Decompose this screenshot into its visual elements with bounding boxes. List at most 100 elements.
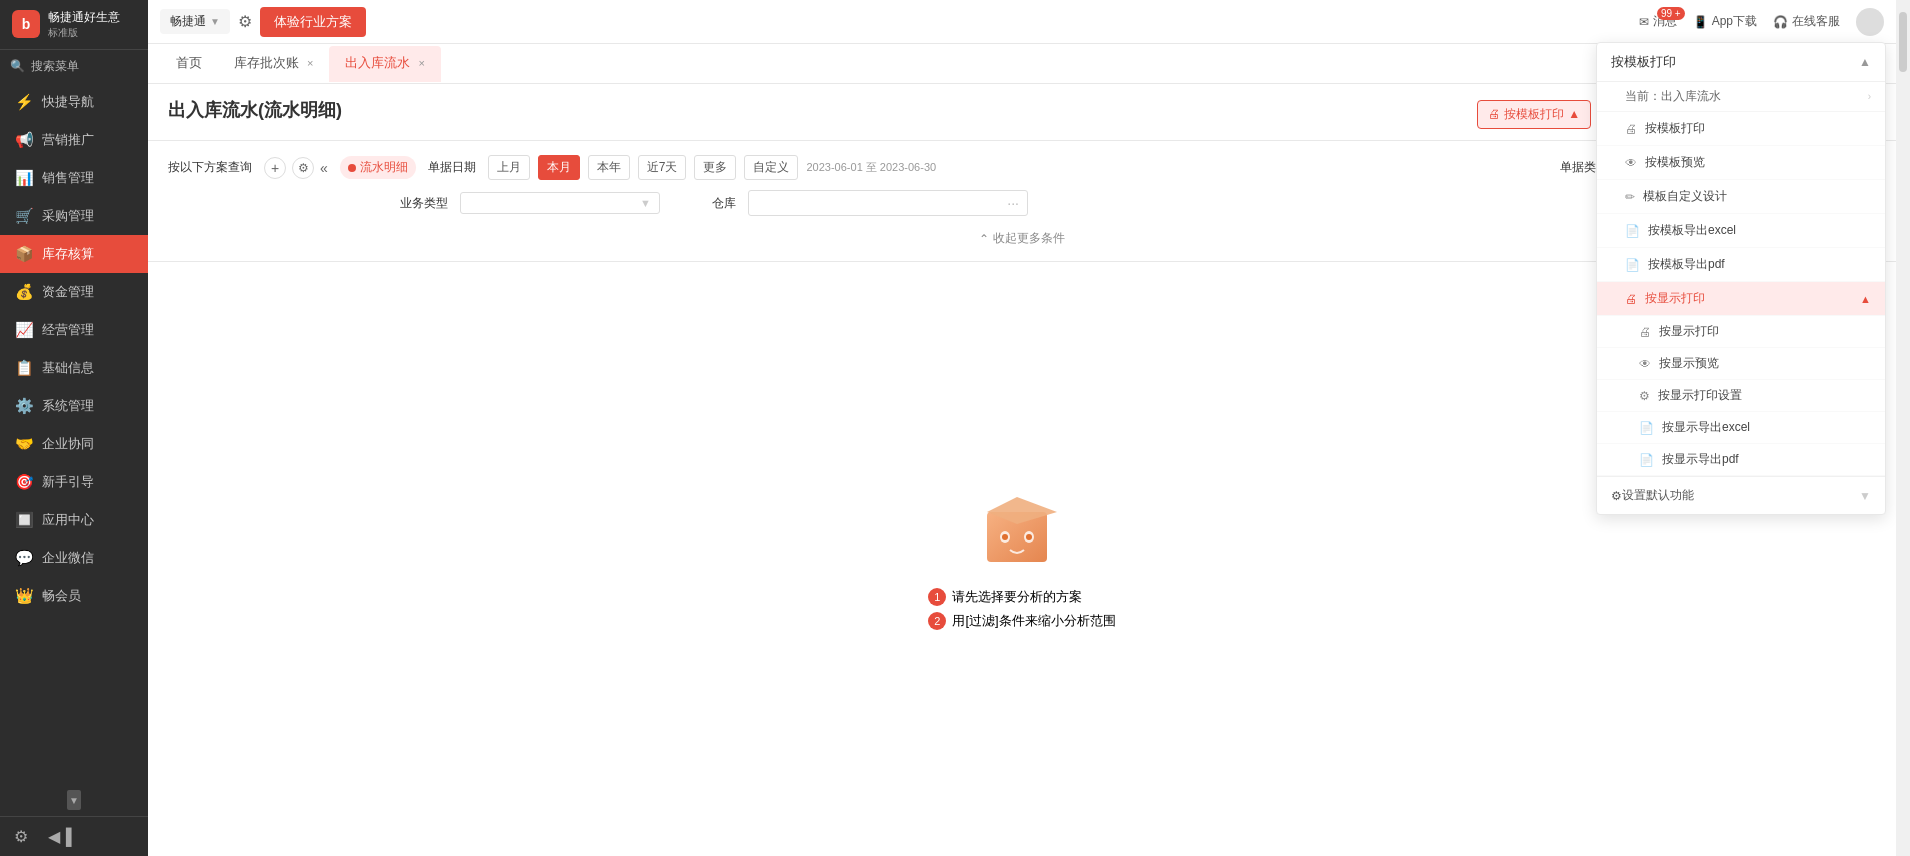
messages-badge: 99 +: [1657, 7, 1685, 20]
filter-actions: + ⚙ «: [264, 157, 328, 179]
purchase-icon: 🛒: [14, 207, 34, 225]
scrollbar-thumb: [1899, 12, 1907, 72]
sidebar-item-marketing[interactable]: 📢 营销推广: [0, 121, 148, 159]
sidebar-item-finance[interactable]: 💰 资金管理: [0, 273, 148, 311]
sales-icon: 📊: [14, 169, 34, 187]
settings-gear-icon: ⚙: [1611, 489, 1622, 503]
filter-settings-button[interactable]: ⚙: [292, 157, 314, 179]
filter-badge-dot: [348, 164, 356, 172]
collab-icon: 🤝: [14, 435, 34, 453]
topbar-gear-icon[interactable]: ⚙: [238, 12, 252, 31]
sidebar-item-operations[interactable]: 📈 经营管理: [0, 311, 148, 349]
svg-point-4: [1026, 534, 1032, 540]
tab-flow-close[interactable]: ×: [418, 57, 424, 69]
member-icon: 👑: [14, 587, 34, 605]
display-section-arrow: ▲: [1860, 293, 1871, 305]
content-area: 1 请先选择要分析的方案 2 用[过滤]条件来缩小分析范围 按模板打印 ▲ 当前…: [148, 262, 1896, 856]
tab-batch-close[interactable]: ×: [307, 57, 313, 69]
template-custom-item[interactable]: ✏ 模板自定义设计: [1597, 180, 1885, 214]
sidebar-item-wechat[interactable]: 💬 企业微信: [0, 539, 148, 577]
page-title: 出入库流水(流水明细): [168, 98, 342, 122]
topbar-left: 畅捷通 ▼ ⚙ 体验行业方案: [160, 7, 1629, 37]
display-pdf-item[interactable]: 📄 按显示导出pdf: [1597, 444, 1885, 476]
sidebar-item-shortcut[interactable]: ⚡ 快捷导航: [0, 83, 148, 121]
date-custom[interactable]: 自定义: [744, 155, 798, 180]
template-pdf-item[interactable]: 📄 按模板导出pdf: [1597, 248, 1885, 282]
preview-icon: 👁: [1625, 156, 1637, 170]
basics-icon: 📋: [14, 359, 34, 377]
collapse-more-button[interactable]: ⌃ 收起更多条件: [979, 230, 1065, 247]
app-download-button[interactable]: 📱 App下载: [1693, 13, 1757, 30]
template-print-item[interactable]: 🖨 按模板打印: [1597, 112, 1885, 146]
filter-collapse-button[interactable]: «: [320, 160, 328, 176]
tab-batch[interactable]: 库存批次账 ×: [218, 46, 329, 82]
user-avatar[interactable]: [1856, 8, 1884, 36]
current-arrow: ›: [1868, 91, 1871, 102]
display-preview-icon: 👁: [1639, 357, 1651, 371]
date-more[interactable]: 更多: [694, 155, 736, 180]
sidebar-nav: ⚡ 快捷导航 📢 营销推广 📊 销售管理 🛒 采购管理 📦 库存核算 💰 资金管…: [0, 83, 148, 784]
message-icon: ✉: [1639, 15, 1649, 29]
display-print-section[interactable]: 🖨 按显示打印 ▲: [1597, 282, 1885, 316]
business-type-dropdown-icon: ▼: [640, 197, 651, 209]
online-service-button[interactable]: 🎧 在线客服: [1773, 13, 1840, 30]
collapse-sidebar-icon[interactable]: ◀▐: [48, 827, 71, 846]
marketing-icon: 📢: [14, 131, 34, 149]
finance-icon: 💰: [14, 283, 34, 301]
display-excel-item[interactable]: 📄 按显示导出excel: [1597, 412, 1885, 444]
settings-bottom-icon[interactable]: ⚙: [14, 827, 28, 846]
date-current-year[interactable]: 本年: [588, 155, 630, 180]
search-menu-item[interactable]: 🔍 搜索菜单: [0, 50, 148, 83]
chevron-up-icon: ⌃: [979, 232, 989, 246]
warehouse-more-icon[interactable]: ···: [1007, 195, 1019, 211]
sidebar-item-collab[interactable]: 🤝 企业协同: [0, 425, 148, 463]
apps-icon: 🔲: [14, 511, 34, 529]
sidebar-item-sales[interactable]: 📊 销售管理: [0, 159, 148, 197]
date-last7[interactable]: 近7天: [638, 155, 687, 180]
sidebar-item-inventory[interactable]: 📦 库存核算: [0, 235, 148, 273]
print-dropdown-arrow: ▲: [1568, 107, 1580, 121]
tab-home[interactable]: 首页: [160, 46, 218, 82]
sidebar-item-system[interactable]: ⚙️ 系统管理: [0, 387, 148, 425]
right-scrollbar[interactable]: [1896, 0, 1910, 856]
sidebar-item-apps[interactable]: 🔲 应用中心: [0, 501, 148, 539]
app-brand: 畅捷通好生意 标准版: [48, 10, 120, 39]
topbar: 畅捷通 ▼ ⚙ 体验行业方案 ✉ 消息 99 + 📱 App下载 🎧 在线客服: [148, 0, 1896, 44]
template-preview-item[interactable]: 👁 按模板预览: [1597, 146, 1885, 180]
footer-arrow-icon: ▼: [1859, 489, 1871, 503]
trial-button[interactable]: 体验行业方案: [260, 7, 366, 37]
tab-flow[interactable]: 出入库流水 ×: [329, 46, 440, 82]
template-excel-item[interactable]: 📄 按模板导出excel: [1597, 214, 1885, 248]
display-print-item[interactable]: 🖨 按显示打印: [1597, 316, 1885, 348]
date-current-month[interactable]: 本月: [538, 155, 580, 180]
display-print-icon: 🖨: [1625, 292, 1637, 306]
messages-button[interactable]: ✉ 消息 99 +: [1639, 13, 1677, 30]
dropdown-collapse-arrow[interactable]: ▲: [1859, 55, 1871, 69]
sidebar-scroll-down[interactable]: ▼: [67, 790, 81, 810]
sidebar-item-purchase[interactable]: 🛒 采购管理: [0, 197, 148, 235]
active-filter-badge[interactable]: 流水明细: [340, 156, 416, 179]
filter-add-button[interactable]: +: [264, 157, 286, 179]
date-label: 单据日期: [428, 159, 476, 176]
print-template-button[interactable]: 🖨 按模板打印 ▲: [1477, 100, 1591, 129]
search-by-label: 按以下方案查询: [168, 159, 252, 176]
pdf-icon: 📄: [1625, 258, 1640, 272]
sidebar-item-guide[interactable]: 🎯 新手引导: [0, 463, 148, 501]
print-dropdown-title: 按模板打印: [1611, 53, 1676, 71]
operations-icon: 📈: [14, 321, 34, 339]
dropdown-footer[interactable]: ⚙ 设置默认功能 ▼: [1597, 476, 1885, 514]
warehouse-select[interactable]: ···: [748, 190, 1028, 216]
sidebar-item-member[interactable]: 👑 畅会员: [0, 577, 148, 615]
user-selector[interactable]: 畅捷通 ▼: [160, 9, 230, 34]
guide-icon: 🎯: [14, 473, 34, 491]
sidebar-item-basics[interactable]: 📋 基础信息: [0, 349, 148, 387]
date-range-display: 2023-06-01 至 2023-06-30: [806, 160, 936, 175]
print-dropdown-header: 按模板打印 ▲: [1597, 43, 1885, 82]
dropdown-current-label: 当前：出入库流水 ›: [1597, 82, 1885, 112]
display-print-settings-item[interactable]: ⚙ 按显示打印设置: [1597, 380, 1885, 412]
display-preview-item[interactable]: 👁 按显示预览: [1597, 348, 1885, 380]
sidebar-bottom: ⚙ ◀▐: [0, 816, 148, 856]
business-type-select[interactable]: ▼: [460, 192, 660, 214]
empty-state: 1 请先选择要分析的方案 2 用[过滤]条件来缩小分析范围: [928, 482, 1115, 636]
date-prev-month[interactable]: 上月: [488, 155, 530, 180]
